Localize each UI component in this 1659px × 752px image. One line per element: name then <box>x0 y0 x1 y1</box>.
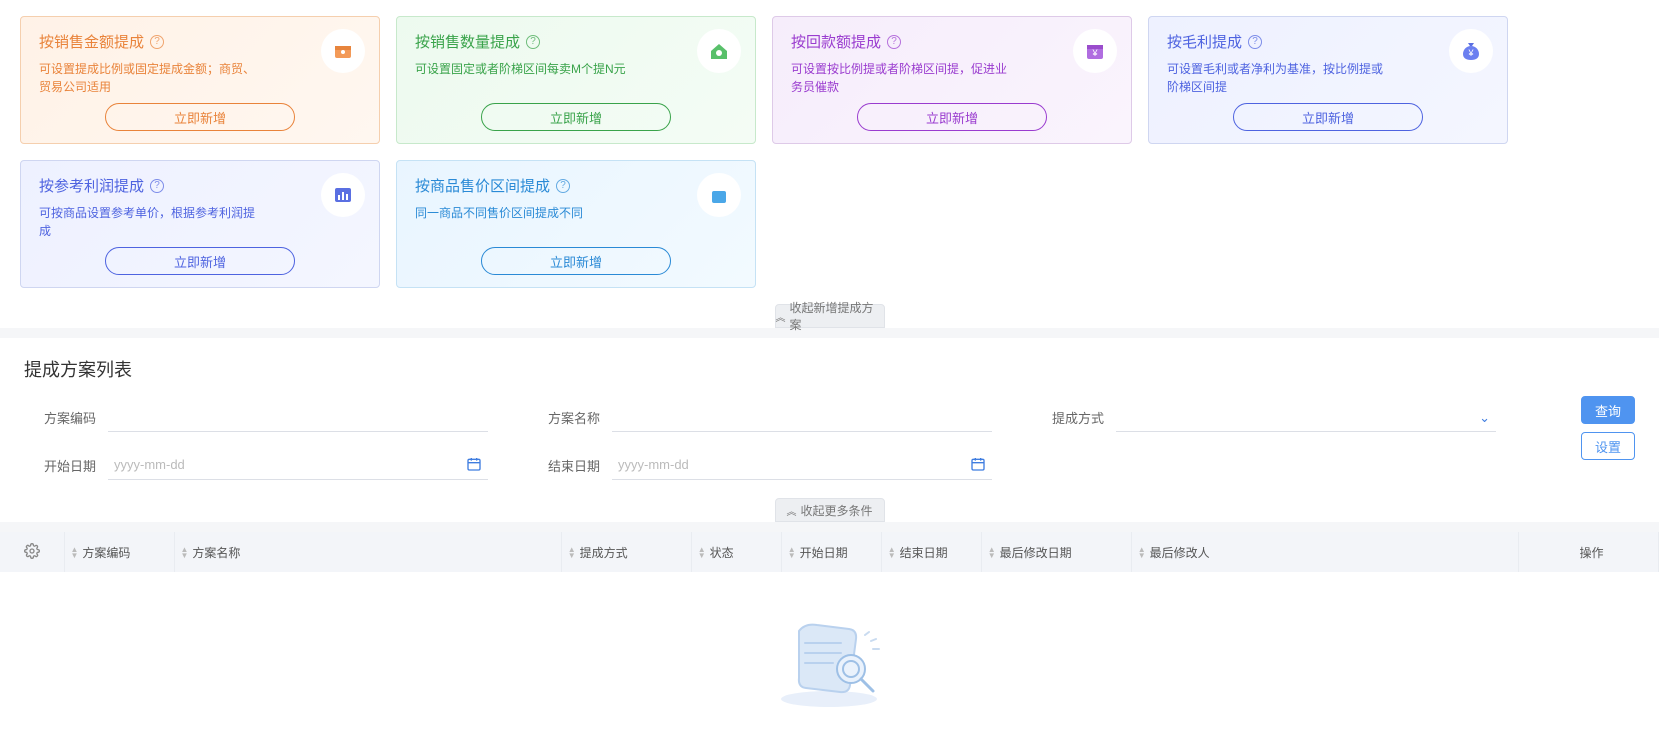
filter-start-date: 开始日期 <box>24 450 488 480</box>
plan-name-input[interactable] <box>612 402 992 432</box>
card-desc: 可设置毛利或者净利为基准，按比例提或阶梯区间提 <box>1167 60 1387 96</box>
commission-type-label: 提成方式 <box>1032 408 1104 427</box>
table-header-row: ▲▼方案编码 ▲▼方案名称 ▲▼提成方式 ▲▼状态 ▲▼开始日期 ▲▼结束日期 … <box>0 532 1659 572</box>
wallet-icon <box>321 29 365 73</box>
card-title: 按参考利润提成? <box>39 175 361 196</box>
card-title-text: 按毛利提成 <box>1167 31 1242 52</box>
add-now-button[interactable]: 立即新增 <box>857 103 1047 131</box>
end-date-label: 结束日期 <box>528 456 600 475</box>
commission-card-3: 按毛利提成? 可设置毛利或者净利为基准，按比例提或阶梯区间提立即新增 ¥ <box>1148 16 1508 144</box>
moneybag-icon: ¥ <box>1449 29 1493 73</box>
col-modified-by[interactable]: ▲▼最后修改人 <box>1131 532 1518 572</box>
end-date-input[interactable] <box>612 450 992 480</box>
commission-card-5: 按商品售价区间提成? 同一商品不同售价区间提成不同立即新增 <box>396 160 756 288</box>
filter-plan-name: 方案名称 <box>528 402 992 432</box>
card-title: 按毛利提成? <box>1167 31 1489 52</box>
filter-form: 方案编码 方案名称 提成方式 ⌄ 查询 设置 开始日期 <box>24 402 1635 498</box>
action-buttons: 查询 设置 <box>1581 396 1635 460</box>
card-desc: 同一商品不同售价区间提成不同 <box>415 204 635 222</box>
add-now-button[interactable]: 立即新增 <box>481 103 671 131</box>
col-operation: 操作 <box>1519 532 1659 572</box>
card-title-text: 按回款额提成 <box>791 31 881 52</box>
plan-code-input[interactable] <box>108 402 488 432</box>
card-title-text: 按销售数量提成 <box>415 31 520 52</box>
filter-plan-code: 方案编码 <box>24 402 488 432</box>
commission-card-0: 按销售金额提成? 可设置提成比例或固定提成金额；商贸、贸易公司适用立即新增 <box>20 16 380 144</box>
chevron-up-icon: ︽ <box>776 309 786 324</box>
add-now-button[interactable]: 立即新增 <box>105 103 295 131</box>
gear-icon <box>24 543 40 559</box>
add-now-button[interactable]: 立即新增 <box>1233 103 1423 131</box>
calendar-icon[interactable] <box>466 456 482 475</box>
chevron-up-icon: ︽ <box>786 503 796 518</box>
card-desc: 可设置提成比例或固定提成金额；商贸、贸易公司适用 <box>39 60 259 96</box>
card-title: 按销售数量提成? <box>415 31 737 52</box>
house-icon <box>697 29 741 73</box>
col-start-date[interactable]: ▲▼开始日期 <box>781 532 881 572</box>
card-desc: 可设置固定或者阶梯区间每卖M个提N元 <box>415 60 635 78</box>
col-plan-name[interactable]: ▲▼方案名称 <box>174 532 561 572</box>
card-title-text: 按商品售价区间提成 <box>415 175 550 196</box>
calendar-icon[interactable] <box>970 456 986 475</box>
plan-list-panel: 提成方案列表 方案编码 方案名称 提成方式 ⌄ 查询 设置 <box>0 338 1659 522</box>
svg-text:¥: ¥ <box>1467 48 1474 58</box>
help-icon[interactable]: ? <box>887 35 901 49</box>
collapse-cards-toggle[interactable]: ︽ 收起新增提成方案 <box>775 304 885 328</box>
commission-card-2: 按回款额提成? 可设置按比例提或者阶梯区间提，促进业务员催款立即新增 ¥ <box>772 16 1132 144</box>
col-commission-type[interactable]: ▲▼提成方式 <box>561 532 691 572</box>
plan-name-label: 方案名称 <box>528 408 600 427</box>
help-icon[interactable]: ? <box>556 179 570 193</box>
col-modified-date[interactable]: ▲▼最后修改日期 <box>981 532 1131 572</box>
commission-card-4: 按参考利润提成? 可按商品设置参考单价，根据参考利润提成立即新增 <box>20 160 380 288</box>
filter-commission-type: 提成方式 ⌄ <box>1032 402 1496 432</box>
card-title-text: 按参考利润提成 <box>39 175 144 196</box>
card-title: 按商品售价区间提成? <box>415 175 737 196</box>
collapse-filters-label: 收起更多条件 <box>800 502 872 519</box>
column-settings-button[interactable] <box>0 532 64 572</box>
plan-list-title: 提成方案列表 <box>24 356 1635 382</box>
plan-table: ▲▼方案编码 ▲▼方案名称 ▲▼提成方式 ▲▼状态 ▲▼开始日期 ▲▼结束日期 … <box>0 532 1659 752</box>
col-status[interactable]: ▲▼状态 <box>691 532 781 572</box>
collapse-filters-toggle[interactable]: ︽ 收起更多条件 <box>775 498 885 522</box>
card-desc: 可按商品设置参考单价，根据参考利润提成 <box>39 204 259 240</box>
start-date-input[interactable] <box>108 450 488 480</box>
table-empty-row <box>0 572 1659 752</box>
query-button[interactable]: 查询 <box>1581 396 1635 424</box>
card-title: 按销售金额提成? <box>39 31 361 52</box>
col-end-date[interactable]: ▲▼结束日期 <box>881 532 981 572</box>
start-date-label: 开始日期 <box>24 456 96 475</box>
settings-button[interactable]: 设置 <box>1581 432 1635 460</box>
help-icon[interactable]: ? <box>150 179 164 193</box>
card-title: 按回款额提成? <box>791 31 1113 52</box>
card-title-text: 按销售金额提成 <box>39 31 144 52</box>
help-icon[interactable]: ? <box>150 35 164 49</box>
bag-icon <box>697 173 741 217</box>
plan-code-label: 方案编码 <box>24 408 96 427</box>
calendar-icon: ¥ <box>1073 29 1117 73</box>
add-now-button[interactable]: 立即新增 <box>105 247 295 275</box>
commission-type-select[interactable] <box>1116 402 1496 432</box>
col-plan-code[interactable]: ▲▼方案编码 <box>64 532 174 572</box>
commission-type-cards: 按销售金额提成?可设置提成比例或固定提成金额；商贸、贸易公司适用立即新增按销售数… <box>0 0 1659 328</box>
svg-text:¥: ¥ <box>1091 48 1098 58</box>
help-icon[interactable]: ? <box>526 35 540 49</box>
chart-icon <box>321 173 365 217</box>
empty-state-illustration <box>769 611 889 711</box>
collapse-cards-label: 收起新增提成方案 <box>790 299 884 333</box>
commission-card-1: 按销售数量提成? 可设置固定或者阶梯区间每卖M个提N元立即新增 <box>396 16 756 144</box>
card-desc: 可设置按比例提或者阶梯区间提，促进业务员催款 <box>791 60 1011 96</box>
help-icon[interactable]: ? <box>1248 35 1262 49</box>
filter-end-date: 结束日期 <box>528 450 992 480</box>
add-now-button[interactable]: 立即新增 <box>481 247 671 275</box>
